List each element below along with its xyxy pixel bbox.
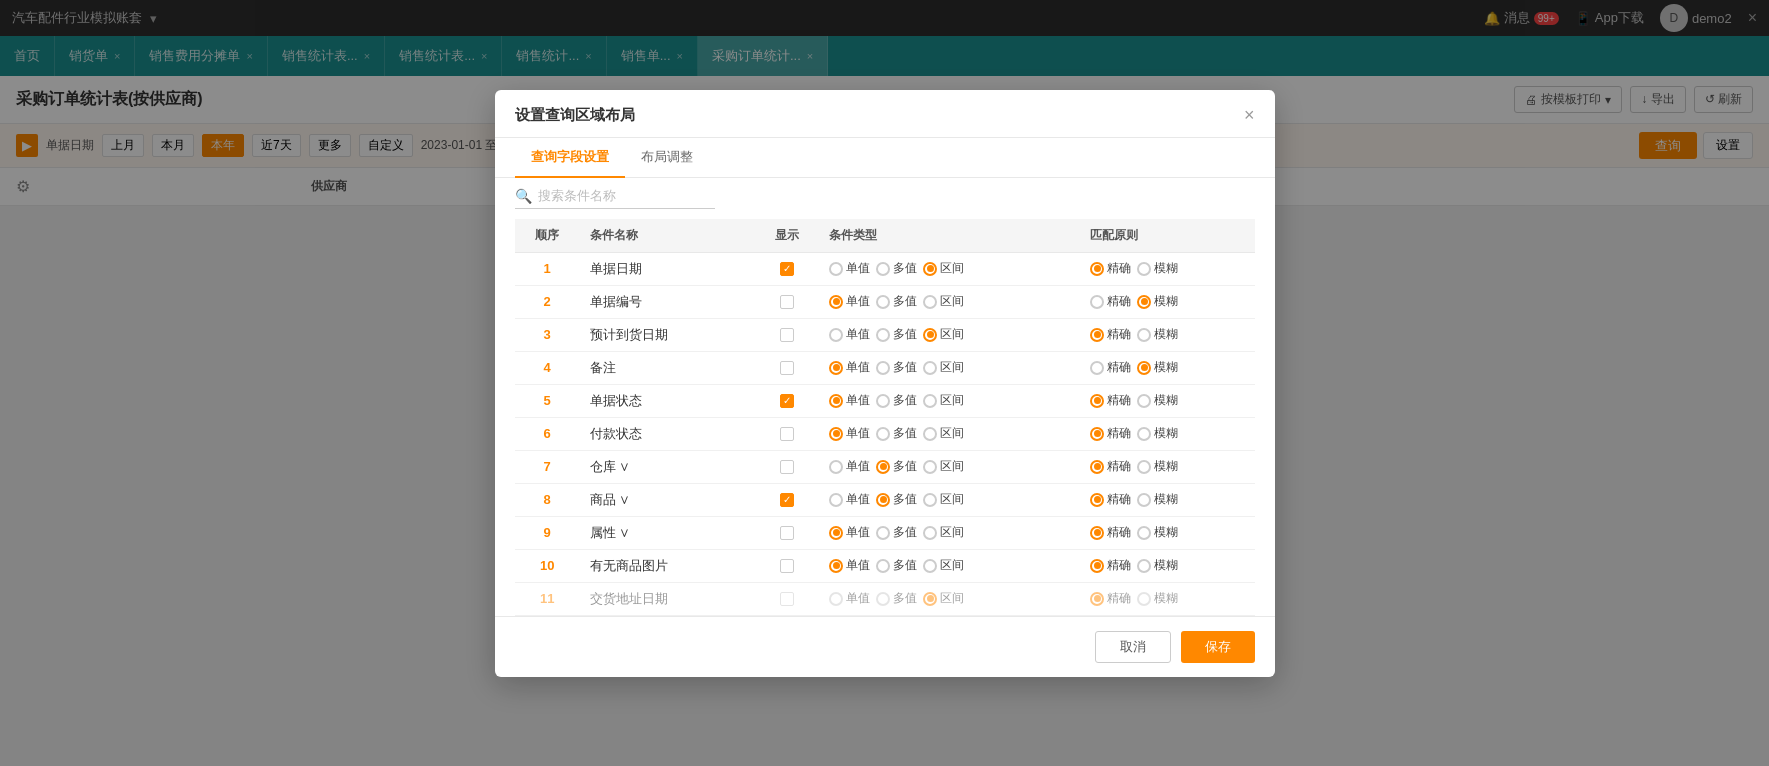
modal-tabs: 查询字段设置 布局调整 — [495, 138, 1275, 178]
modal-header: 设置查询区域布局 × — [495, 90, 1275, 138]
modal-overlay: 设置查询区域布局 × 查询字段设置 布局调整 🔍 顺序 — [0, 0, 1769, 206]
tab-query-fields[interactable]: 查询字段设置 — [515, 138, 625, 178]
modal-search-area: 🔍 — [495, 178, 1275, 207]
tab-layout-adjust[interactable]: 布局调整 — [625, 138, 709, 178]
modal-close-button[interactable]: × — [1244, 106, 1255, 124]
modal-title: 设置查询区域布局 — [515, 106, 635, 125]
settings-modal: 设置查询区域布局 × 查询字段设置 布局调整 🔍 顺序 — [495, 90, 1275, 207]
search-input[interactable] — [538, 188, 698, 203]
search-input-wrap: 🔍 — [515, 188, 715, 207]
search-icon: 🔍 — [515, 188, 532, 204]
